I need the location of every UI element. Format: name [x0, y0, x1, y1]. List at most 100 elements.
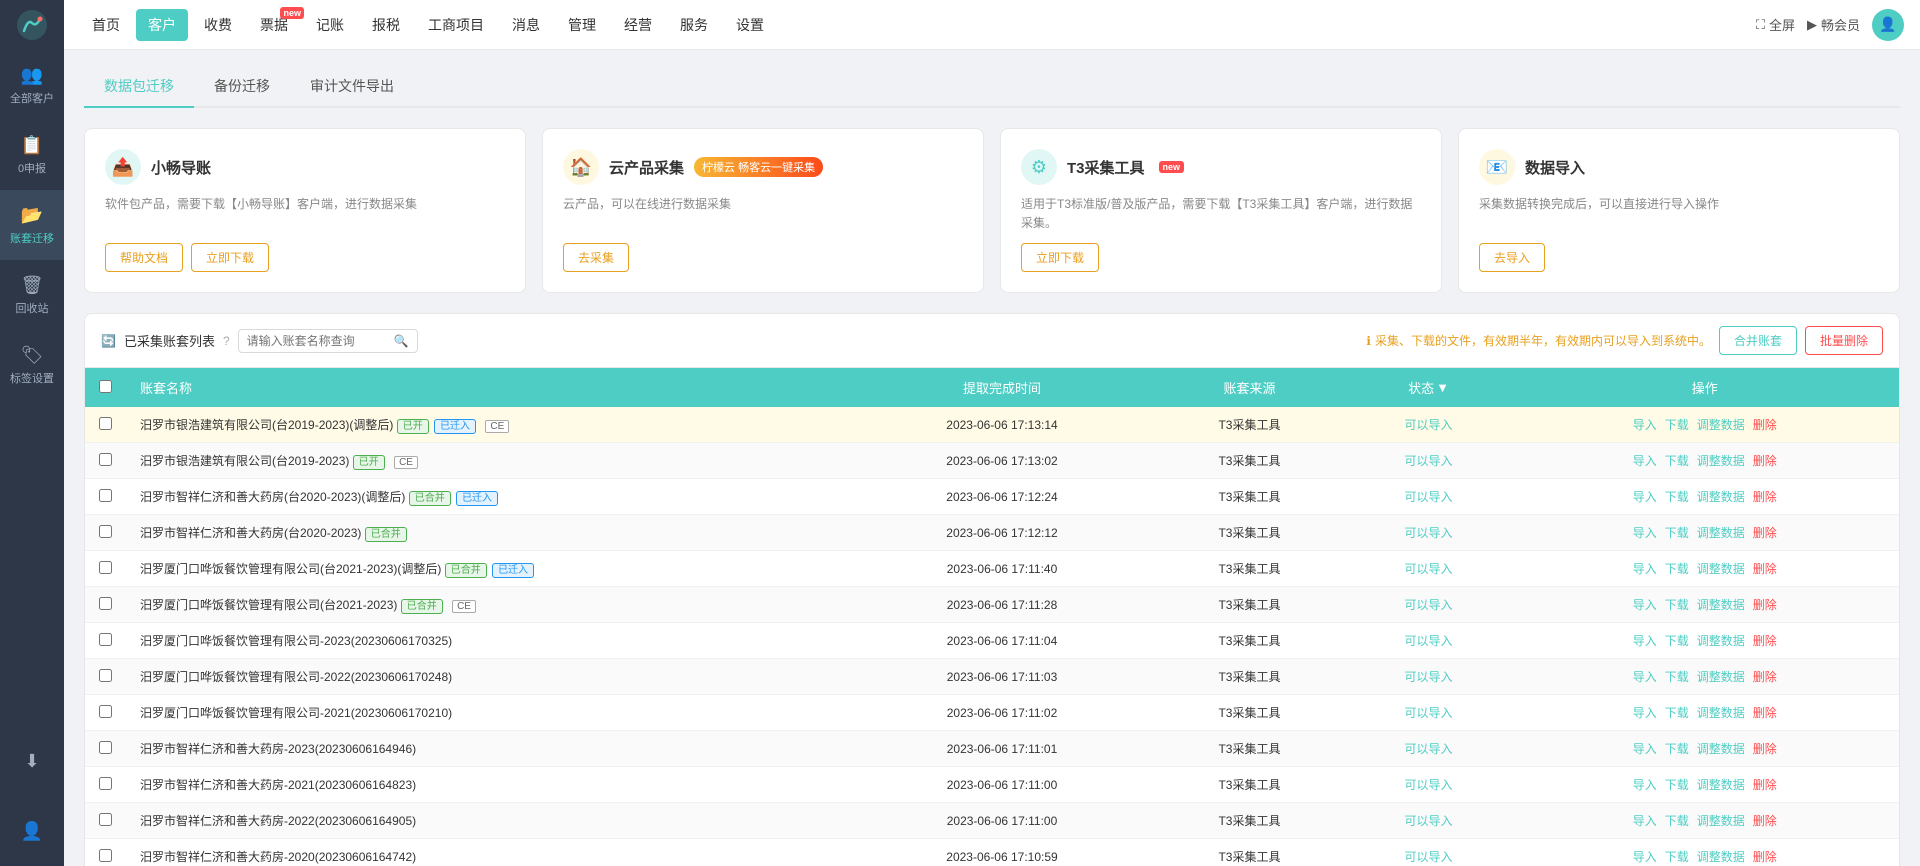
action-下载-link[interactable]: 下载: [1665, 814, 1689, 828]
action-调整数据-link[interactable]: 调整数据: [1697, 490, 1745, 504]
action-调整数据-link[interactable]: 调整数据: [1697, 454, 1745, 468]
action-删除-link[interactable]: 删除: [1753, 670, 1777, 684]
action-下载-link[interactable]: 下载: [1665, 850, 1689, 864]
row-checkbox[interactable]: [99, 525, 112, 538]
action-下载-link[interactable]: 下载: [1665, 670, 1689, 684]
row-checkbox[interactable]: [99, 777, 112, 790]
action-下载-link[interactable]: 下载: [1665, 778, 1689, 792]
action-调整数据-link[interactable]: 调整数据: [1697, 634, 1745, 648]
action-导入-link[interactable]: 导入: [1633, 454, 1657, 468]
search-submit-icon[interactable]: 🔍: [394, 334, 409, 348]
action-调整数据-link[interactable]: 调整数据: [1697, 598, 1745, 612]
member-button[interactable]: ▶ 畅会员: [1807, 15, 1860, 34]
nav-bookkeeping[interactable]: 记账: [304, 9, 356, 41]
action-导入-link[interactable]: 导入: [1633, 742, 1657, 756]
action-删除-link[interactable]: 删除: [1753, 742, 1777, 756]
row-checkbox[interactable]: [99, 813, 112, 826]
sidebar-item-download[interactable]: ⬇: [0, 726, 64, 796]
row-checkbox[interactable]: [99, 669, 112, 682]
action-导入-link[interactable]: 导入: [1633, 418, 1657, 432]
sidebar-item-all-clients[interactable]: 👥 全部客户: [0, 50, 64, 120]
sidebar-item-zero-report[interactable]: 📋 0申报: [0, 120, 64, 190]
action-删除-link[interactable]: 删除: [1753, 706, 1777, 720]
action-调整数据-link[interactable]: 调整数据: [1697, 706, 1745, 720]
action-导入-link[interactable]: 导入: [1633, 850, 1657, 864]
action-导入-link[interactable]: 导入: [1633, 634, 1657, 648]
action-下载-link[interactable]: 下载: [1665, 742, 1689, 756]
action-导入-link[interactable]: 导入: [1633, 778, 1657, 792]
nav-invoice[interactable]: 票据 new: [248, 9, 300, 41]
sidebar-item-account-migration[interactable]: 📂 账套迁移: [0, 190, 64, 260]
action-删除-link[interactable]: 删除: [1753, 850, 1777, 864]
row-checkbox[interactable]: [99, 741, 112, 754]
action-删除-link[interactable]: 删除: [1753, 814, 1777, 828]
action-下载-link[interactable]: 下载: [1665, 634, 1689, 648]
action-调整数据-link[interactable]: 调整数据: [1697, 670, 1745, 684]
nav-message[interactable]: 消息: [500, 9, 552, 41]
import-go-btn[interactable]: 去导入: [1479, 243, 1545, 272]
action-导入-link[interactable]: 导入: [1633, 562, 1657, 576]
select-all-checkbox[interactable]: [99, 380, 112, 393]
action-下载-link[interactable]: 下载: [1665, 418, 1689, 432]
action-下载-link[interactable]: 下载: [1665, 490, 1689, 504]
action-调整数据-link[interactable]: 调整数据: [1697, 850, 1745, 864]
row-checkbox[interactable]: [99, 453, 112, 466]
action-调整数据-link[interactable]: 调整数据: [1697, 418, 1745, 432]
search-input[interactable]: [247, 334, 390, 348]
action-下载-link[interactable]: 下载: [1665, 562, 1689, 576]
action-下载-link[interactable]: 下载: [1665, 454, 1689, 468]
row-checkbox[interactable]: [99, 705, 112, 718]
nav-operation[interactable]: 经营: [612, 9, 664, 41]
row-checkbox[interactable]: [99, 597, 112, 610]
action-导入-link[interactable]: 导入: [1633, 814, 1657, 828]
action-删除-link[interactable]: 删除: [1753, 634, 1777, 648]
row-checkbox[interactable]: [99, 417, 112, 430]
action-删除-link[interactable]: 删除: [1753, 598, 1777, 612]
merge-accounts-button[interactable]: 合并账套: [1719, 326, 1797, 355]
row-checkbox[interactable]: [99, 849, 112, 862]
nav-tax[interactable]: 报税: [360, 9, 412, 41]
action-删除-link[interactable]: 删除: [1753, 526, 1777, 540]
action-删除-link[interactable]: 删除: [1753, 778, 1777, 792]
row-checkbox[interactable]: [99, 489, 112, 502]
batch-delete-button[interactable]: 批量删除: [1805, 326, 1883, 355]
header-status[interactable]: 状态 ▼: [1347, 368, 1511, 407]
action-下载-link[interactable]: 下载: [1665, 598, 1689, 612]
nav-settings[interactable]: 设置: [724, 9, 776, 41]
action-删除-link[interactable]: 删除: [1753, 562, 1777, 576]
action-导入-link[interactable]: 导入: [1633, 598, 1657, 612]
action-导入-link[interactable]: 导入: [1633, 706, 1657, 720]
refresh-icon[interactable]: 🔄: [101, 334, 116, 348]
action-下载-link[interactable]: 下载: [1665, 526, 1689, 540]
sidebar-item-recycle[interactable]: 🗑 回收站: [0, 260, 64, 330]
t3-download-btn[interactable]: 立即下载: [1021, 243, 1099, 272]
status-sort[interactable]: 状态 ▼: [1408, 378, 1449, 397]
row-checkbox[interactable]: [99, 561, 112, 574]
nav-service[interactable]: 服务: [668, 9, 720, 41]
nav-manage[interactable]: 管理: [556, 9, 608, 41]
action-删除-link[interactable]: 删除: [1753, 418, 1777, 432]
tab-backup-migration[interactable]: 备份迁移: [194, 66, 290, 108]
action-调整数据-link[interactable]: 调整数据: [1697, 778, 1745, 792]
action-下载-link[interactable]: 下载: [1665, 706, 1689, 720]
cloud-collect-btn[interactable]: 去采集: [563, 243, 629, 272]
action-导入-link[interactable]: 导入: [1633, 490, 1657, 504]
nav-fee[interactable]: 收费: [192, 9, 244, 41]
action-调整数据-link[interactable]: 调整数据: [1697, 742, 1745, 756]
row-checkbox[interactable]: [99, 633, 112, 646]
app-logo[interactable]: [0, 0, 64, 50]
action-调整数据-link[interactable]: 调整数据: [1697, 562, 1745, 576]
action-导入-link[interactable]: 导入: [1633, 526, 1657, 540]
tab-audit-export[interactable]: 审计文件导出: [290, 66, 414, 108]
help-icon[interactable]: ?: [223, 334, 230, 348]
xiaochang-help-btn[interactable]: 帮助文档: [105, 243, 183, 272]
action-导入-link[interactable]: 导入: [1633, 670, 1657, 684]
action-调整数据-link[interactable]: 调整数据: [1697, 814, 1745, 828]
action-删除-link[interactable]: 删除: [1753, 490, 1777, 504]
sidebar-item-tag-settings[interactable]: 🏷 标签设置: [0, 330, 64, 400]
fullscreen-button[interactable]: ⛶ 全屏: [1756, 15, 1795, 34]
sidebar-item-profile[interactable]: 👤: [0, 796, 64, 866]
user-avatar[interactable]: 👤: [1872, 9, 1904, 41]
tab-data-migration[interactable]: 数据包迁移: [84, 66, 194, 108]
nav-client[interactable]: 客户: [136, 9, 188, 41]
